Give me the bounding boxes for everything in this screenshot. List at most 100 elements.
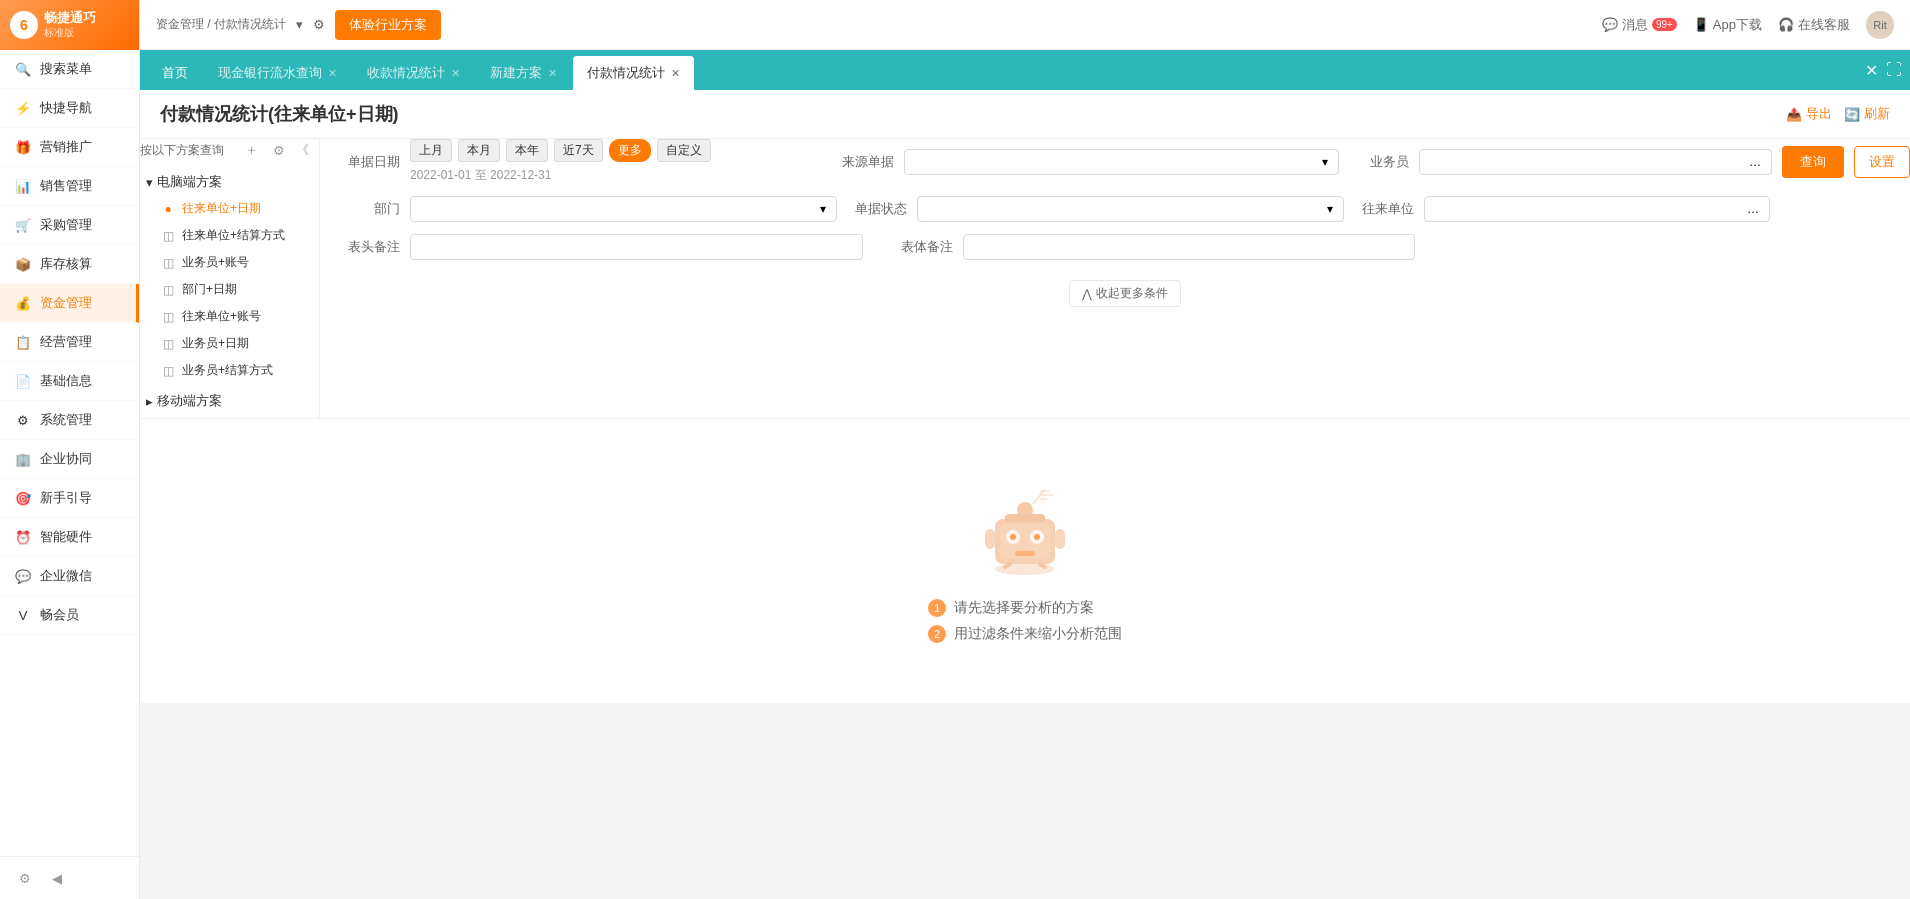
tab-label-receipt: 收款情况统计 <box>367 64 445 82</box>
main-area: 资金管理 / 付款情况统计 ▾ ⚙ 体验行业方案 💬 消息 99+ 📱 App下… <box>140 0 1910 899</box>
tab-close-receipt[interactable]: ✕ <box>451 67 460 80</box>
scheme-item-0-5[interactable]: ◫业务员+日期 <box>140 330 309 357</box>
sidebar-item-sales[interactable]: 📊 销售管理 <box>0 167 139 206</box>
query-btn[interactable]: 查询 <box>1782 146 1844 178</box>
collapse-more-btn[interactable]: ⋀ 收起更多条件 <box>1069 280 1181 307</box>
date-tag-7days[interactable]: 近7天 <box>554 139 603 162</box>
app-download-btn[interactable]: 📱 App下载 <box>1693 16 1762 34</box>
body-note-label: 表体备注 <box>893 238 953 256</box>
date-tag-more[interactable]: 更多 <box>609 139 651 162</box>
sidebar-item-label: 销售管理 <box>40 177 92 195</box>
sales-icon: 📊 <box>14 177 32 195</box>
salesman-more-icon: … <box>1749 155 1761 169</box>
scheme-collapse-btn[interactable]: 《 <box>296 139 309 161</box>
sidebar-settings-btn[interactable]: ⚙ <box>14 867 36 889</box>
tab-receipt[interactable]: 收款情况统计 ✕ <box>353 56 474 90</box>
export-btn[interactable]: 📤 导出 <box>1786 105 1832 123</box>
export-icon: 📤 <box>1786 107 1802 122</box>
date-tag-custom[interactable]: 自定义 <box>657 139 711 162</box>
filter-container: 按以下方案查询 ＋ ⚙ 《 ▾电脑端方案●往来单位+日期◫往来单位+结算方式◫业… <box>140 139 1910 419</box>
svg-line-13 <box>1040 564 1045 567</box>
refresh-btn[interactable]: 🔄 刷新 <box>1844 105 1890 123</box>
dept-dropdown-icon: ▾ <box>820 202 826 216</box>
sidebar-item-member[interactable]: V 畅会员 <box>0 596 139 635</box>
sidebar-item-basic[interactable]: 📄 基础信息 <box>0 362 139 401</box>
collapse-icon: ⋀ <box>1082 287 1092 301</box>
tab-new[interactable]: 新建方案 ✕ <box>476 56 571 90</box>
tab-close-payment[interactable]: ✕ <box>671 67 680 80</box>
sidebar-item-finance[interactable]: 💰 资金管理 <box>0 284 139 323</box>
topbar-settings-btn[interactable]: ⚙ <box>313 17 325 32</box>
sidebar-item-system[interactable]: ⚙ 系统管理 <box>0 401 139 440</box>
member-icon: V <box>14 606 32 624</box>
user-avatar[interactable]: Rit <box>1866 11 1894 39</box>
scheme-item-0-0[interactable]: ●往来单位+日期 <box>140 195 309 222</box>
svg-point-0 <box>995 563 1055 575</box>
sidebar-subtitle: 标准版 <box>44 26 96 40</box>
sidebar-brand: 畅捷通巧 标准版 <box>44 10 96 40</box>
sidebar-title: 畅捷通巧 <box>44 10 96 26</box>
add-scheme-btn[interactable]: ＋ <box>240 139 262 161</box>
scheme-item-0-4[interactable]: ◫往来单位+账号 <box>140 303 309 330</box>
body-note-input[interactable] <box>963 234 1416 260</box>
sidebar-item-purchase[interactable]: 🛒 采购管理 <box>0 206 139 245</box>
sidebar-item-shortcut[interactable]: ⚡ 快捷导航 <box>0 89 139 128</box>
sidebar-item-label: 资金管理 <box>40 294 92 312</box>
sidebar-item-marketing[interactable]: 🎁 营销推广 <box>0 128 139 167</box>
sidebar-item-guide[interactable]: 🎯 新手引导 <box>0 479 139 518</box>
tab-payment[interactable]: 付款情况统计✕ <box>573 56 694 90</box>
date-tag-this-year[interactable]: 本年 <box>506 139 548 162</box>
message-btn[interactable]: 💬 消息 99+ <box>1602 16 1677 34</box>
topbar: 资金管理 / 付款情况统计 ▾ ⚙ 体验行业方案 💬 消息 99+ 📱 App下… <box>140 0 1910 50</box>
operation-icon: 📋 <box>14 333 32 351</box>
close-all-tabs-btn[interactable]: ✕ <box>1865 61 1878 80</box>
salesman-select[interactable]: … <box>1419 149 1772 175</box>
dept-select[interactable]: ▾ <box>410 196 837 222</box>
scheme-item-0-3[interactable]: ◫部门+日期 <box>140 276 309 303</box>
empty-area: 1 请先选择要分析的方案 2 用过滤条件来缩小分析范围 <box>140 419 1910 703</box>
scheme-settings-btn[interactable]: ⚙ <box>268 139 290 161</box>
docstatus-select[interactable]: ▾ <box>917 196 1344 222</box>
scheme-group-header-0[interactable]: ▾电脑端方案 <box>140 169 309 195</box>
scheme-item-0-1[interactable]: ◫往来单位+结算方式 <box>140 222 309 249</box>
svg-point-5 <box>1010 534 1016 540</box>
sidebar-item-enterprise[interactable]: 🏢 企业协同 <box>0 440 139 479</box>
date-tag-this-month[interactable]: 本月 <box>458 139 500 162</box>
tab-close-bank[interactable]: ✕ <box>328 67 337 80</box>
tab-bank[interactable]: 现金银行流水查询✕ <box>204 56 351 90</box>
topbar-dropdown-btn[interactable]: ▾ <box>296 17 303 32</box>
scheme-item-0-2[interactable]: ◫业务员+账号 <box>140 249 309 276</box>
date-tag-last-month[interactable]: 上月 <box>410 139 452 162</box>
dept-label: 部门 <box>340 200 400 218</box>
sidebar-item-label: 企业微信 <box>40 567 92 585</box>
scheme-group-header-1[interactable]: ▸移动端方案 <box>140 388 309 414</box>
page-header-actions: 📤 导出 🔄 刷新 <box>1786 105 1890 123</box>
inventory-icon: 📦 <box>14 255 32 273</box>
online-service-btn[interactable]: 🎧 在线客服 <box>1778 16 1850 34</box>
sidebar-item-operation[interactable]: 📋 经营管理 <box>0 323 139 362</box>
sidebar-item-label: 畅会员 <box>40 606 79 624</box>
sidebar-item-search[interactable]: 🔍 搜索菜单 <box>0 50 139 89</box>
sidebar-item-hardware[interactable]: ⏰ 智能硬件 <box>0 518 139 557</box>
industry-btn[interactable]: 体验行业方案 <box>335 10 441 40</box>
source-select[interactable]: ▾ <box>904 149 1340 175</box>
fullscreen-btn[interactable]: ⛶ <box>1886 61 1902 79</box>
svg-rect-11 <box>1055 529 1065 549</box>
scheme-item-0-6[interactable]: ◫业务员+结算方式 <box>140 357 309 384</box>
tab-close-new[interactable]: ✕ <box>548 67 557 80</box>
filter-fields: 单据日期 上月 本月 本年 近7天 更多 自定义 2022-01-01 至 20… <box>320 139 1910 418</box>
setting-btn[interactable]: 设置 <box>1854 146 1910 178</box>
page-header: 付款情况统计(往来单位+日期) 📤 导出 🔄 刷新 <box>140 90 1910 139</box>
partner-select[interactable]: … <box>1424 196 1770 222</box>
wechat-icon: 💬 <box>14 567 32 585</box>
tab-home[interactable]: 首页 <box>148 56 202 90</box>
sidebar-item-label: 系统管理 <box>40 411 92 429</box>
svg-rect-10 <box>985 529 995 549</box>
sidebar-collapse-btn[interactable]: ◀ <box>46 867 68 889</box>
scheme-label: 按以下方案查询 <box>140 142 224 159</box>
sidebar-item-inventory[interactable]: 📦 库存核算 <box>0 245 139 284</box>
header-note-input[interactable] <box>410 234 863 260</box>
sidebar-item-wechat[interactable]: 💬 企业微信 <box>0 557 139 596</box>
tab-label-new: 新建方案 <box>490 64 542 82</box>
purchase-icon: 🛒 <box>14 216 32 234</box>
